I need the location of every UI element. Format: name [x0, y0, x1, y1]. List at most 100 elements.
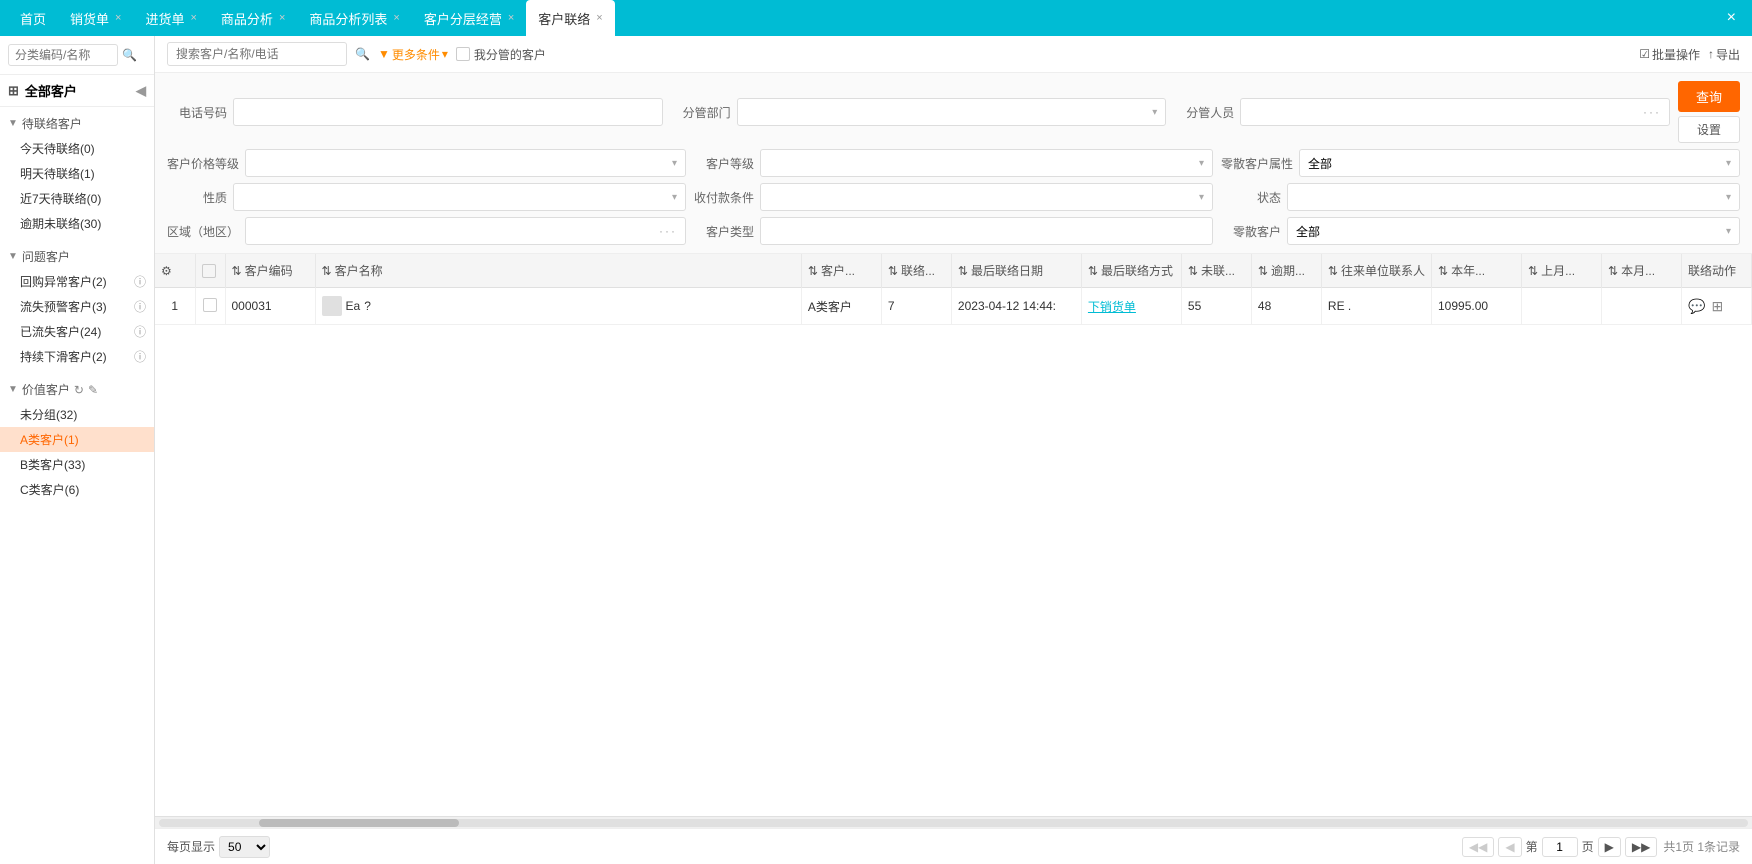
more-filter-btn[interactable]: ▼ 更多条件 ▾: [378, 46, 448, 63]
query-button[interactable]: 查询: [1678, 81, 1740, 112]
last-page-btn[interactable]: ▶▶: [1625, 837, 1657, 857]
sidebar-item-churn-warning[interactable]: 流失预警客户(3) ⓘ: [0, 294, 154, 319]
batch-op-btn[interactable]: ☑ 批量操作: [1639, 46, 1700, 63]
region-input[interactable]: ···: [245, 217, 686, 245]
close-product-list[interactable]: ×: [393, 12, 399, 24]
last-method-link[interactable]: 下销货单: [1088, 300, 1136, 314]
action-buttons: 查询 设置: [1678, 81, 1740, 143]
sidebar-group-pending: ▼ 待联络客户 今天待联络(0) 明天待联络(1) 近7天待联络(0) 逾期未联…: [0, 107, 154, 240]
scattered-attr-select[interactable]: 全部▾: [1299, 149, 1740, 177]
sidebar-item-churned[interactable]: 已流失客户(24) ⓘ: [0, 319, 154, 344]
customer-type-input[interactable]: [760, 217, 1213, 245]
col-header-this-year[interactable]: ⇅ 本年...: [1432, 254, 1522, 288]
message-icon[interactable]: 💬: [1688, 298, 1705, 315]
col-header-code[interactable]: ⇅ 客户编码: [225, 254, 315, 288]
row-checkbox[interactable]: [195, 288, 225, 325]
sidebar-item-b-class[interactable]: B类客户(33): [0, 452, 154, 477]
filter-search-icon[interactable]: 🔍: [355, 47, 370, 61]
select-all-checkbox[interactable]: [202, 264, 216, 278]
close-purchase-order[interactable]: ×: [190, 12, 196, 24]
settings-button[interactable]: 设置: [1678, 116, 1740, 143]
first-page-btn[interactable]: ◀◀: [1462, 837, 1494, 857]
sidebar-item-tomorrow[interactable]: 明天待联络(1): [0, 161, 154, 186]
category-search-input[interactable]: [8, 44, 118, 66]
close-sales-order[interactable]: ×: [115, 12, 121, 24]
edit-icon[interactable]: ✎: [88, 383, 98, 397]
scattered-customer-select[interactable]: 全部▾: [1287, 217, 1740, 245]
refresh-icon[interactable]: ↻: [74, 383, 84, 397]
group-title-value[interactable]: ▼ 价值客户 ↻ ✎: [0, 377, 154, 402]
phone-input[interactable]: [233, 98, 663, 126]
phone-label: 电话号码: [167, 104, 227, 121]
field-dept: 分管部门 ▾: [671, 98, 1167, 126]
status-select[interactable]: ▾: [1287, 183, 1740, 211]
sidebar-item-today[interactable]: 今天待联络(0): [0, 136, 154, 161]
info-icon: ⓘ: [134, 298, 146, 315]
data-table-container: ⚙ ⇅ 客户编码: [155, 254, 1752, 816]
export-btn[interactable]: ↑ 导出: [1708, 46, 1740, 63]
sidebar-item-overdue[interactable]: 逾期未联络(30): [0, 211, 154, 236]
customer-level-select[interactable]: ▾: [760, 149, 1213, 177]
page-label: 第: [1526, 838, 1538, 855]
col-header-contacts[interactable]: ⇅ 往来单位联系人: [1321, 254, 1431, 288]
nature-select[interactable]: ▾: [233, 183, 686, 211]
dots-icon: ···: [659, 224, 677, 238]
sort-icon: ⇅: [888, 264, 898, 278]
col-header-no-contact[interactable]: ⇅ 未联...: [1181, 254, 1251, 288]
next-page-btn[interactable]: ▶: [1598, 837, 1621, 857]
page-input[interactable]: [1542, 837, 1578, 857]
nav-product-analysis[interactable]: 商品分析 ×: [209, 0, 297, 36]
col-header-name[interactable]: ⇅ 客户名称: [315, 254, 801, 288]
sidebar-item-declining[interactable]: 持续下滑客户(2) ⓘ: [0, 344, 154, 369]
pagination-bar: 每页显示 50 20 100 ◀◀ ◀ 第 页 ▶ ▶▶ 共1页 1条记录: [155, 828, 1752, 864]
sidebar-item-repurchase-abnormal[interactable]: 回购异常客户(2) ⓘ: [0, 269, 154, 294]
customer-search-input[interactable]: [167, 42, 347, 66]
horizontal-scrollbar[interactable]: [155, 816, 1752, 828]
sidebar-item-7days[interactable]: 近7天待联络(0): [0, 186, 154, 211]
close-window-btn[interactable]: ×: [1719, 9, 1744, 27]
field-manager: 分管人员 ···: [1174, 98, 1670, 126]
close-product-analysis[interactable]: ×: [279, 12, 285, 24]
col-header-last-month[interactable]: ⇅ 上月...: [1522, 254, 1602, 288]
nav-customer-tier[interactable]: 客户分层经营 ×: [412, 0, 526, 36]
row-last-method[interactable]: 下销货单: [1081, 288, 1181, 325]
row-name[interactable]: Ea ?: [315, 288, 801, 325]
col-header-this-month[interactable]: ⇅ 本月...: [1602, 254, 1682, 288]
close-customer-tier[interactable]: ×: [508, 12, 514, 24]
nav-purchase-order[interactable]: 进货单 ×: [133, 0, 208, 36]
col-header-contact[interactable]: ⇅ 联络...: [881, 254, 951, 288]
nav-home[interactable]: 首页: [8, 0, 58, 36]
scroll-track[interactable]: [159, 819, 1748, 827]
group-title-problem[interactable]: ▼ 问题客户: [0, 244, 154, 269]
nav-product-analysis-list[interactable]: 商品分析列表 ×: [297, 0, 411, 36]
nav-sales-order[interactable]: 销货单 ×: [58, 0, 133, 36]
payment-select[interactable]: ▾: [760, 183, 1213, 211]
col-header-overdue[interactable]: ⇅ 逾期...: [1251, 254, 1321, 288]
my-customer-checkbox[interactable]: [456, 47, 470, 61]
col-header-action: 联络动作: [1682, 254, 1752, 288]
qr-icon[interactable]: ⊞: [1711, 298, 1723, 315]
col-settings[interactable]: ⚙: [155, 254, 195, 288]
col-header-last-way[interactable]: ⇅ 最后联络方式: [1081, 254, 1181, 288]
price-level-select[interactable]: ▾: [245, 149, 686, 177]
sidebar-item-c-class[interactable]: C类客户(6): [0, 477, 154, 502]
sidebar-item-unclassified[interactable]: 未分组(32): [0, 402, 154, 427]
my-customer-checkbox-area[interactable]: 我分管的客户: [456, 46, 546, 63]
close-customer-contact[interactable]: ×: [596, 12, 602, 24]
nav-customer-contact[interactable]: 客户联络 ×: [526, 0, 614, 36]
search-icon[interactable]: 🔍: [122, 48, 137, 62]
col-header-type[interactable]: ⇅ 客户...: [801, 254, 881, 288]
col-checkbox[interactable]: [195, 254, 225, 288]
sidebar-group-problem: ▼ 问题客户 回购异常客户(2) ⓘ 流失预警客户(3) ⓘ 已流失客户(24)…: [0, 240, 154, 373]
collapse-sidebar-btn[interactable]: ◀: [136, 83, 146, 99]
row-select-checkbox[interactable]: [203, 298, 217, 312]
manager-input[interactable]: ···: [1240, 98, 1670, 126]
scroll-thumb[interactable]: [259, 819, 459, 827]
per-page-select[interactable]: 50 20 100: [219, 836, 270, 858]
group-title-pending[interactable]: ▼ 待联络客户: [0, 111, 154, 136]
prev-page-btn[interactable]: ◀: [1498, 837, 1521, 857]
col-header-last-date[interactable]: ⇅ 最后联络日期: [951, 254, 1081, 288]
sidebar-item-a-class[interactable]: A类客户(1): [0, 427, 154, 452]
settings-gear-icon[interactable]: ⚙: [161, 264, 172, 278]
dept-select[interactable]: ▾: [737, 98, 1167, 126]
